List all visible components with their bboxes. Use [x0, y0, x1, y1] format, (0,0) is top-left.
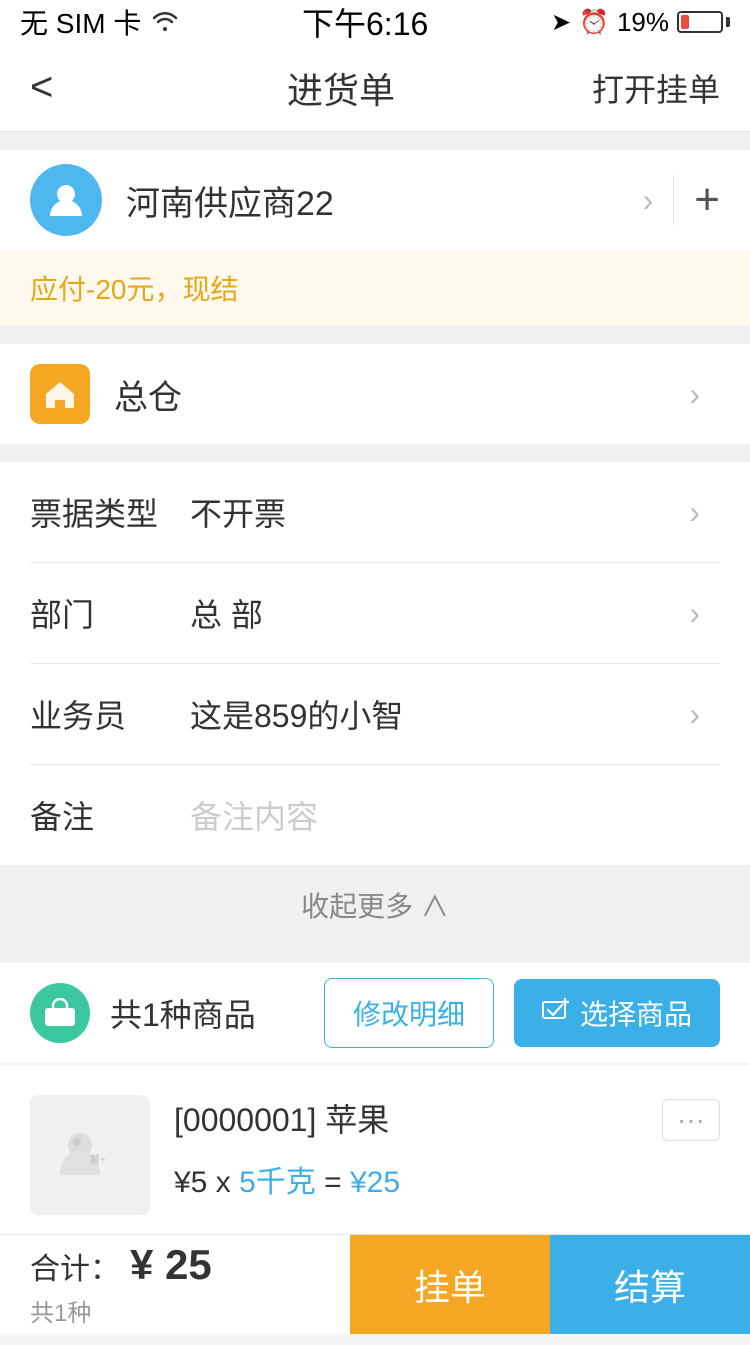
product-title: 苹果: [325, 1102, 389, 1138]
department-row[interactable]: 部门 总 部 ›: [0, 563, 750, 663]
edit-detail-button[interactable]: 修改明细: [324, 978, 494, 1048]
invoice-type-row[interactable]: 票据类型 不开票 ›: [0, 462, 750, 562]
back-button[interactable]: <: [30, 65, 90, 110]
invoice-chevron-icon: ›: [689, 494, 700, 531]
status-right: ➤ ⏰ 19%: [551, 7, 730, 38]
status-left: 无 SIM 卡: [20, 2, 179, 42]
product-more-actions: ···: [662, 1095, 720, 1215]
invoice-label: 票据类型: [30, 489, 190, 535]
warehouse-chevron-icon: ›: [689, 376, 700, 413]
product-code: [0000001]: [174, 1102, 325, 1138]
supplier-section: 河南供应商22 › + 应付-20元，现结: [0, 150, 750, 326]
divider-2: [0, 326, 750, 344]
divider-1: [0, 132, 750, 150]
footer: 合计： ¥ 25 共1种 挂单 结算: [0, 1234, 750, 1334]
salesman-chevron-icon: ›: [689, 696, 700, 733]
warehouse-section: 总仓 ›: [0, 344, 750, 444]
add-supplier-button[interactable]: +: [673, 175, 720, 225]
carrier-text: 无 SIM 卡: [20, 2, 141, 42]
warehouse-row[interactable]: 总仓 ›: [0, 344, 750, 444]
subtotal: ¥25: [350, 1166, 400, 1199]
products-header: 共1种商品 修改明细 选择商品: [0, 963, 750, 1063]
equals-sign: =: [324, 1166, 350, 1199]
products-icon: [30, 983, 90, 1043]
select-product-label: 选择商品: [580, 993, 692, 1033]
divider-3: [0, 444, 750, 462]
unit-price: ¥5: [174, 1166, 207, 1199]
status-time: 下午6:16: [302, 0, 428, 45]
open-hold-button[interactable]: 打开挂单: [592, 65, 720, 111]
invoice-value: 不开票: [190, 489, 689, 535]
collapse-toggle[interactable]: 收起更多 ∧: [0, 865, 750, 945]
svg-text:督+: 督+: [90, 1153, 106, 1166]
product-name: [0000001] 苹果: [174, 1095, 638, 1141]
product-item: 督+ [0000001] 苹果 ¥5 x 5千克 = ¥25 ···: [0, 1065, 750, 1245]
products-section: 共1种商品 修改明细 选择商品: [0, 963, 750, 1063]
total-label: 合计：: [30, 1244, 120, 1288]
remark-row[interactable]: 备注 备注内容: [0, 765, 750, 865]
quantity: 5千克: [239, 1166, 316, 1199]
supplier-name: 河南供应商22: [126, 176, 643, 225]
product-thumb-icon: 督+: [50, 1125, 130, 1185]
salesman-row[interactable]: 业务员 这是859的小智 ›: [0, 664, 750, 764]
wifi-icon: [151, 6, 179, 38]
house-icon: [42, 376, 78, 412]
total-label-row: 合计： ¥ 25: [30, 1241, 320, 1289]
product-info: [0000001] 苹果 ¥5 x 5千克 = ¥25: [174, 1095, 638, 1215]
product-price-row: ¥5 x 5千克 = ¥25: [174, 1157, 638, 1201]
form-section: 票据类型 不开票 › 部门 总 部 › 业务员 这是859的小智 › 备注 备注…: [0, 462, 750, 865]
multiply-sign: x: [216, 1166, 239, 1199]
select-product-button[interactable]: 选择商品: [514, 979, 720, 1047]
supplier-row[interactable]: 河南供应商22 › +: [0, 150, 750, 250]
battery-percent: 19%: [617, 7, 669, 38]
nav-bar: < 进货单 打开挂单: [0, 44, 750, 132]
chevron-right-icon: ›: [643, 182, 654, 219]
salesman-value: 这是859的小智: [190, 691, 689, 737]
department-chevron-icon: ›: [689, 595, 700, 632]
remark-input[interactable]: 备注内容: [190, 792, 720, 838]
battery-icon: [677, 11, 730, 33]
divider-4: [0, 945, 750, 963]
department-label: 部门: [30, 590, 190, 636]
total-amount: ¥ 25: [130, 1241, 212, 1289]
department-value: 总 部: [190, 590, 689, 636]
person-icon: [46, 180, 86, 220]
supplier-avatar: [30, 164, 102, 236]
bag-icon: [43, 998, 77, 1028]
total-count: 共1种: [30, 1293, 320, 1328]
status-bar: 无 SIM 卡 下午6:16 ➤ ⏰ 19%: [0, 0, 750, 44]
alarm-icon: ⏰: [579, 8, 609, 37]
page-title: 进货单: [287, 62, 395, 114]
remark-label: 备注: [30, 792, 190, 838]
hold-button[interactable]: 挂单: [350, 1235, 550, 1334]
products-count: 共1种商品: [110, 990, 304, 1036]
footer-total: 合计： ¥ 25 共1种: [0, 1235, 350, 1334]
warehouse-icon: [30, 364, 90, 424]
warehouse-name: 总仓: [114, 370, 689, 419]
salesman-label: 业务员: [30, 691, 190, 737]
location-icon: ➤: [551, 8, 571, 37]
more-button[interactable]: ···: [662, 1099, 720, 1141]
checkout-button[interactable]: 结算: [550, 1235, 750, 1334]
select-product-icon: [542, 997, 570, 1030]
supplier-notice: 应付-20元，现结: [0, 250, 750, 326]
collapse-label: 收起更多 ∧: [301, 885, 449, 925]
product-thumbnail: 督+: [30, 1095, 150, 1215]
